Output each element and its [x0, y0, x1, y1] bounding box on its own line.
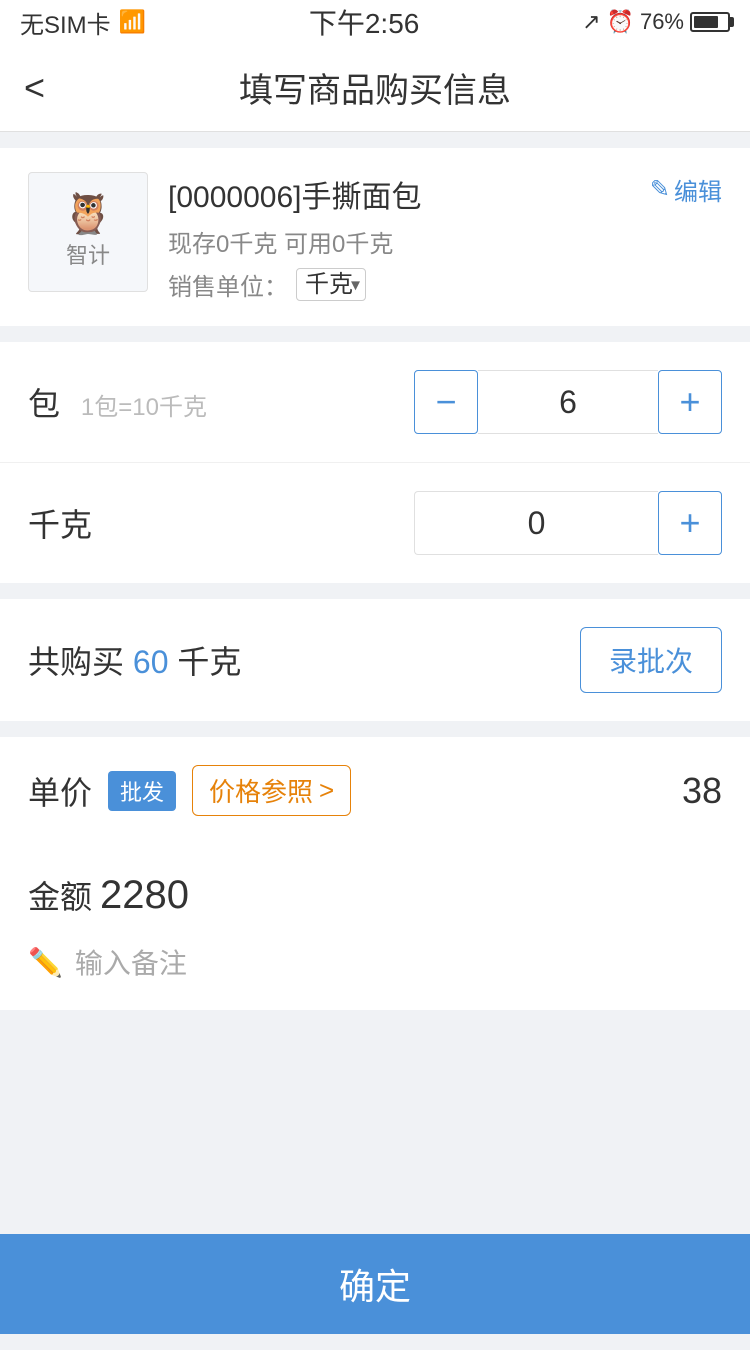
total-text: 共购买 60 千克: [28, 637, 241, 683]
product-name: [0000006]手撕面包: [168, 172, 722, 216]
bag-plus-button[interactable]: +: [658, 370, 722, 434]
bag-label: 包 1包=10千克: [28, 379, 414, 425]
bag-input-row: 包 1包=10千克 − +: [0, 342, 750, 463]
wifi-icon: 📶: [119, 9, 146, 35]
amount-row: 金额 2280: [28, 872, 722, 918]
price-section: 单价 批发 价格参照 > 38: [0, 737, 750, 844]
bag-input[interactable]: [478, 370, 658, 434]
edit-icon: ✎: [650, 175, 670, 204]
status-bar: 无SIM卡 📶 下午2:56 ↗ ⏰ 76%: [0, 0, 750, 44]
kg-input-row: 千克 +: [0, 463, 750, 583]
amount-section: 金额 2280 ✏️ 输入备注: [0, 844, 750, 1010]
price-label: 单价: [28, 768, 92, 814]
edit-button[interactable]: ✎ 编辑: [650, 172, 722, 207]
status-left: 无SIM卡 📶: [20, 5, 146, 40]
kg-label: 千克: [28, 500, 414, 546]
time-label: 下午2:56: [309, 2, 420, 42]
amount-value: 2280: [100, 873, 189, 918]
product-info: [0000006]手撕面包 现存0千克 可用0千克 销售单位： 千克: [168, 172, 722, 302]
unit-select-wrap[interactable]: 千克: [296, 268, 366, 301]
kg-plus-button[interactable]: +: [658, 491, 722, 555]
input-section: 包 1包=10千克 − + 千克 +: [0, 342, 750, 583]
bag-qty-control: − +: [414, 370, 722, 434]
battery-icon: [690, 12, 730, 32]
unit-label: 销售单位：: [168, 267, 288, 302]
product-unit-row: 销售单位： 千克: [168, 267, 722, 302]
alarm-icon: ⏰: [607, 9, 634, 35]
product-section: 🦉 智计 [0000006]手撕面包 现存0千克 可用0千克 销售单位： 千克 …: [0, 148, 750, 326]
price-ref-label: 价格参照: [209, 772, 313, 809]
batch-button[interactable]: 录批次: [580, 627, 722, 693]
status-right: ↗ ⏰ 76%: [582, 9, 730, 35]
edit-label: 编辑: [674, 172, 722, 207]
product-stock: 现存0千克 可用0千克: [168, 224, 722, 259]
product-image: 🦉 智计: [28, 172, 148, 292]
product-owl-icon: 🦉: [63, 194, 113, 234]
kg-input[interactable]: [414, 491, 658, 555]
carrier-label: 无SIM卡: [20, 5, 111, 40]
page-title: 填写商品购买信息: [239, 63, 511, 112]
price-type-tag: 批发: [108, 771, 176, 811]
price-ref-button[interactable]: 价格参照 >: [192, 765, 351, 816]
confirm-bar[interactable]: 确定: [0, 1234, 750, 1334]
note-placeholder: 输入备注: [75, 942, 187, 982]
nav-bar: < 填写商品购买信息: [0, 44, 750, 132]
kg-qty-control: +: [414, 491, 722, 555]
total-amount: 60: [133, 644, 169, 680]
price-ref-arrow: >: [319, 775, 334, 806]
location-icon: ↗: [582, 9, 600, 35]
battery-percent: 76%: [640, 9, 684, 35]
total-section: 共购买 60 千克 录批次: [0, 599, 750, 721]
confirm-label: 确定: [339, 1258, 411, 1310]
bag-hint: 1包=10千克: [81, 394, 207, 421]
bag-minus-button[interactable]: −: [414, 370, 478, 434]
product-img-label: 智计: [66, 238, 110, 270]
unit-select[interactable]: 千克: [296, 268, 366, 301]
note-row[interactable]: ✏️ 输入备注: [28, 942, 722, 1010]
amount-label: 金额: [28, 872, 92, 918]
back-button[interactable]: <: [24, 67, 45, 109]
pencil-icon: ✏️: [28, 946, 63, 979]
price-value: 38: [682, 770, 722, 812]
